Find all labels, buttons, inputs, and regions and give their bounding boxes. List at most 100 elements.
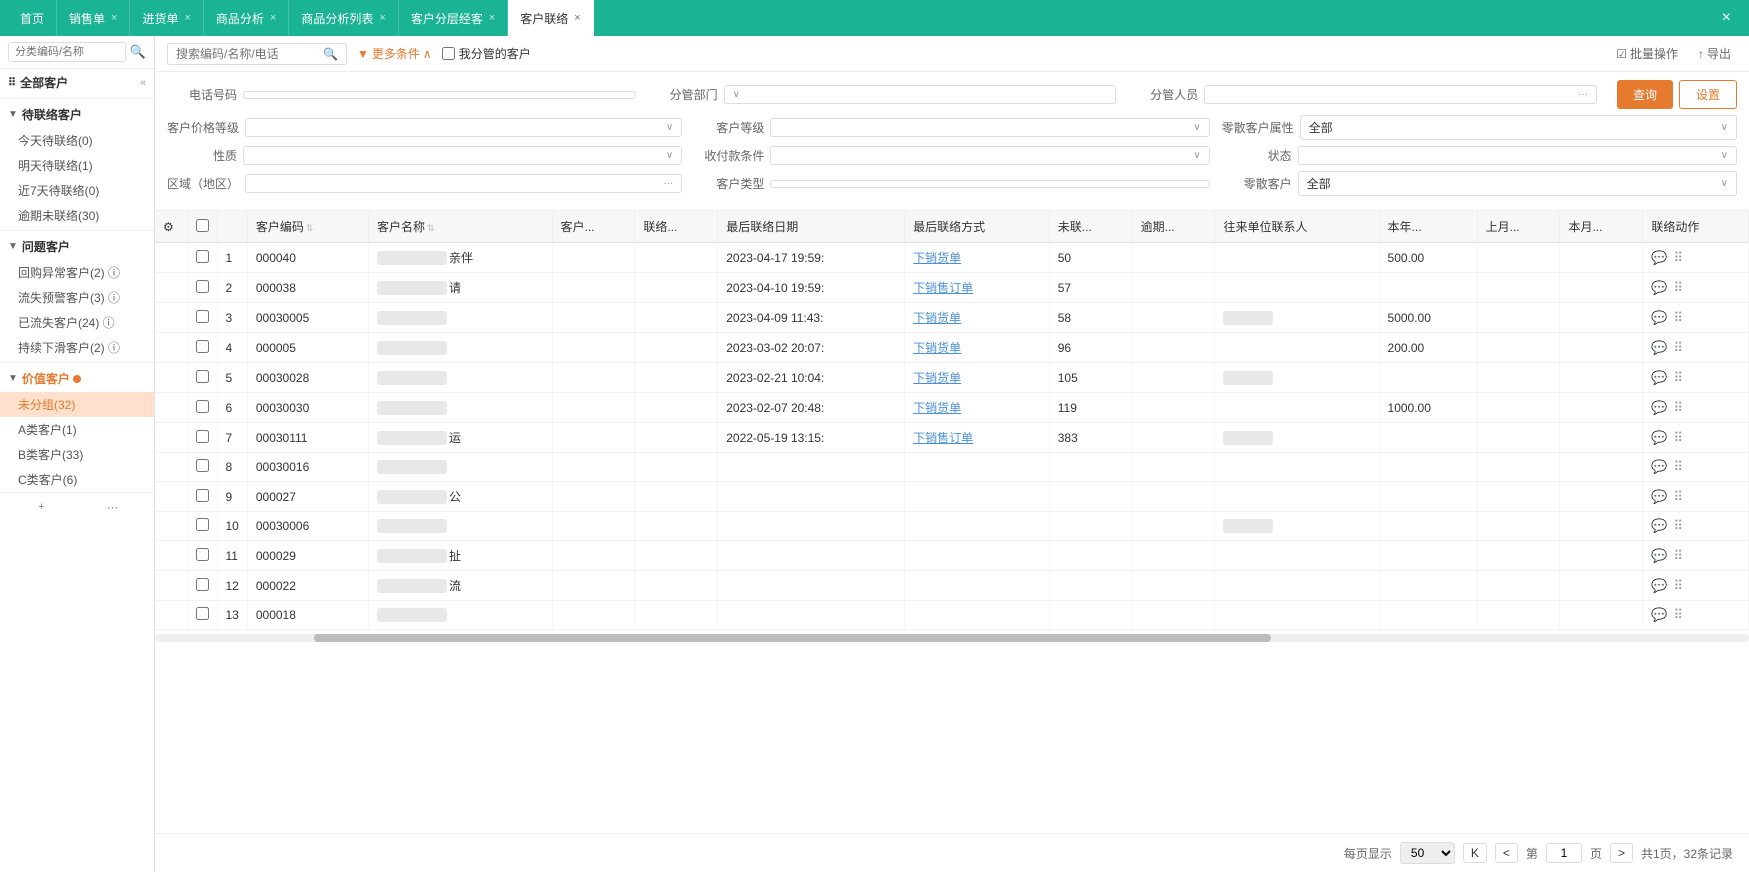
action-grid-icon[interactable]: ⠿: [1674, 459, 1684, 475]
row-checkbox[interactable]: [196, 430, 209, 443]
customer-type-input[interactable]: [770, 180, 1209, 188]
sidebar-item-declining[interactable]: 持续下滑客户(2) ⓘ: [0, 335, 154, 360]
row-checkbox[interactable]: [196, 607, 209, 620]
action-grid-icon[interactable]: ⠿: [1674, 489, 1684, 505]
row-checkbox[interactable]: [196, 340, 209, 353]
row-checkbox[interactable]: [196, 548, 209, 561]
tab-analysis-list[interactable]: 商品分析列表 ×: [289, 0, 398, 36]
scrollbar-thumb[interactable]: [314, 634, 1270, 642]
sidebar-item-overdue[interactable]: 逾期未联络(30): [0, 203, 154, 228]
col-settings[interactable]: ⚙: [155, 211, 187, 243]
action-chat-icon[interactable]: 💬: [1651, 459, 1667, 475]
sidebar-item-ungraded[interactable]: 未分组(32): [0, 392, 154, 417]
sidebar-more-btn[interactable]: ⋯: [79, 501, 146, 514]
sidebar-item-tomorrow[interactable]: 明天待联络(1): [0, 153, 154, 178]
retail-attr-input[interactable]: 全部 ∨: [1300, 115, 1737, 140]
close-sales-icon[interactable]: ×: [111, 12, 117, 24]
col-last-month[interactable]: 上月...: [1477, 211, 1560, 243]
sidebar-collapse-icon[interactable]: «: [140, 77, 146, 89]
sidebar-pending-header[interactable]: ▼ 待联络客户: [0, 101, 154, 128]
prev-page-btn[interactable]: <: [1495, 843, 1518, 863]
action-chat-icon[interactable]: 💬: [1651, 518, 1667, 534]
action-grid-icon[interactable]: ⠿: [1674, 280, 1684, 296]
cell-checkbox[interactable]: [187, 453, 217, 482]
global-close-button[interactable]: ×: [1712, 9, 1741, 27]
level-input[interactable]: ∨: [770, 118, 1209, 137]
cell-checkbox[interactable]: [187, 243, 217, 273]
home-tab[interactable]: 首页: [8, 0, 57, 36]
tab-purchase[interactable]: 进货单 ×: [130, 0, 203, 36]
dept-input[interactable]: ∨: [724, 85, 1117, 104]
row-checkbox[interactable]: [196, 518, 209, 531]
cell-checkbox[interactable]: [187, 482, 217, 512]
method-link[interactable]: 下销货单: [913, 311, 961, 325]
cell-checkbox[interactable]: [187, 273, 217, 303]
sidebar-item-7days[interactable]: 近7天待联络(0): [0, 178, 154, 203]
action-chat-icon[interactable]: 💬: [1651, 280, 1667, 296]
retail-input[interactable]: 全部 ∨: [1298, 171, 1737, 196]
sidebar-problem-header[interactable]: ▼ 问题客户: [0, 233, 154, 260]
col-last-date[interactable]: 最后联络日期: [718, 211, 905, 243]
query-button[interactable]: 查询: [1617, 80, 1673, 109]
method-link[interactable]: 下销货单: [913, 371, 961, 385]
sidebar-search-input[interactable]: [8, 42, 126, 62]
code-sort[interactable]: ⇅: [306, 223, 314, 233]
sidebar-item-lost[interactable]: 已流失客户(24) ⓘ: [0, 310, 154, 335]
col-this-month[interactable]: 本月...: [1560, 211, 1643, 243]
cell-checkbox[interactable]: [187, 333, 217, 363]
row-checkbox[interactable]: [196, 310, 209, 323]
row-checkbox[interactable]: [196, 370, 209, 383]
main-search-input[interactable]: [176, 47, 323, 61]
col-name[interactable]: 客户名称⇅: [368, 211, 552, 243]
action-chat-icon[interactable]: 💬: [1651, 370, 1667, 386]
cell-checkbox[interactable]: [187, 393, 217, 423]
phone-input[interactable]: [243, 91, 636, 99]
action-chat-icon[interactable]: 💬: [1651, 578, 1667, 594]
method-link[interactable]: 下销货单: [913, 341, 961, 355]
action-grid-icon[interactable]: ⠿: [1674, 250, 1684, 266]
select-all-checkbox[interactable]: [196, 219, 209, 232]
tab-customer-contact[interactable]: 客户联络 ×: [508, 0, 593, 36]
close-analysis-list-icon[interactable]: ×: [379, 12, 385, 24]
close-customer-contact-icon[interactable]: ×: [574, 12, 580, 24]
action-chat-icon[interactable]: 💬: [1651, 340, 1667, 356]
col-company-contact[interactable]: 往来单位联系人: [1215, 211, 1379, 243]
cell-checkbox[interactable]: [187, 601, 217, 630]
sidebar-item-c-class[interactable]: C类客户(6): [0, 467, 154, 492]
sidebar-all-customers[interactable]: ⠿ 全部客户 «: [0, 69, 154, 96]
name-sort[interactable]: ⇅: [427, 223, 435, 233]
cell-checkbox[interactable]: [187, 571, 217, 601]
my-customers-checkbox[interactable]: [442, 47, 455, 60]
nature-input[interactable]: ∨: [243, 146, 682, 165]
sidebar-item-a-class[interactable]: A类客户(1): [0, 417, 154, 442]
col-code[interactable]: 客户编码⇅: [247, 211, 368, 243]
sidebar-item-churn-risk[interactable]: 流失预警客户(3) ⓘ: [0, 285, 154, 310]
action-grid-icon[interactable]: ⠿: [1674, 548, 1684, 564]
col-checkbox[interactable]: [187, 211, 217, 243]
bulk-ops-btn[interactable]: ☑ 批量操作: [1610, 42, 1684, 65]
action-grid-icon[interactable]: ⠿: [1674, 518, 1684, 534]
action-chat-icon[interactable]: 💬: [1651, 400, 1667, 416]
row-checkbox[interactable]: [196, 250, 209, 263]
sidebar-value-header[interactable]: ▼ 价值客户: [0, 365, 154, 392]
action-chat-icon[interactable]: 💬: [1651, 310, 1667, 326]
sidebar-search-icon[interactable]: 🔍: [130, 44, 146, 60]
action-chat-icon[interactable]: 💬: [1651, 250, 1667, 266]
action-chat-icon[interactable]: 💬: [1651, 548, 1667, 564]
row-checkbox[interactable]: [196, 578, 209, 591]
cell-checkbox[interactable]: [187, 512, 217, 541]
action-chat-icon[interactable]: 💬: [1651, 489, 1667, 505]
col-contact[interactable]: 联络...: [635, 211, 718, 243]
sidebar-item-today[interactable]: 今天待联络(0): [0, 128, 154, 153]
method-link[interactable]: 下销售订单: [913, 431, 973, 445]
tab-analysis[interactable]: 商品分析 ×: [204, 0, 289, 36]
next-page-btn[interactable]: >: [1610, 843, 1633, 863]
action-chat-icon[interactable]: 💬: [1651, 430, 1667, 446]
col-this-year[interactable]: 本年...: [1379, 211, 1477, 243]
action-grid-icon[interactable]: ⠿: [1674, 400, 1684, 416]
action-grid-icon[interactable]: ⠿: [1674, 578, 1684, 594]
reset-button[interactable]: 设置: [1679, 80, 1737, 109]
more-conditions-btn[interactable]: ▼ 更多条件 ∧: [357, 45, 432, 62]
status-input[interactable]: ∨: [1298, 146, 1737, 165]
action-grid-icon[interactable]: ⠿: [1674, 310, 1684, 326]
